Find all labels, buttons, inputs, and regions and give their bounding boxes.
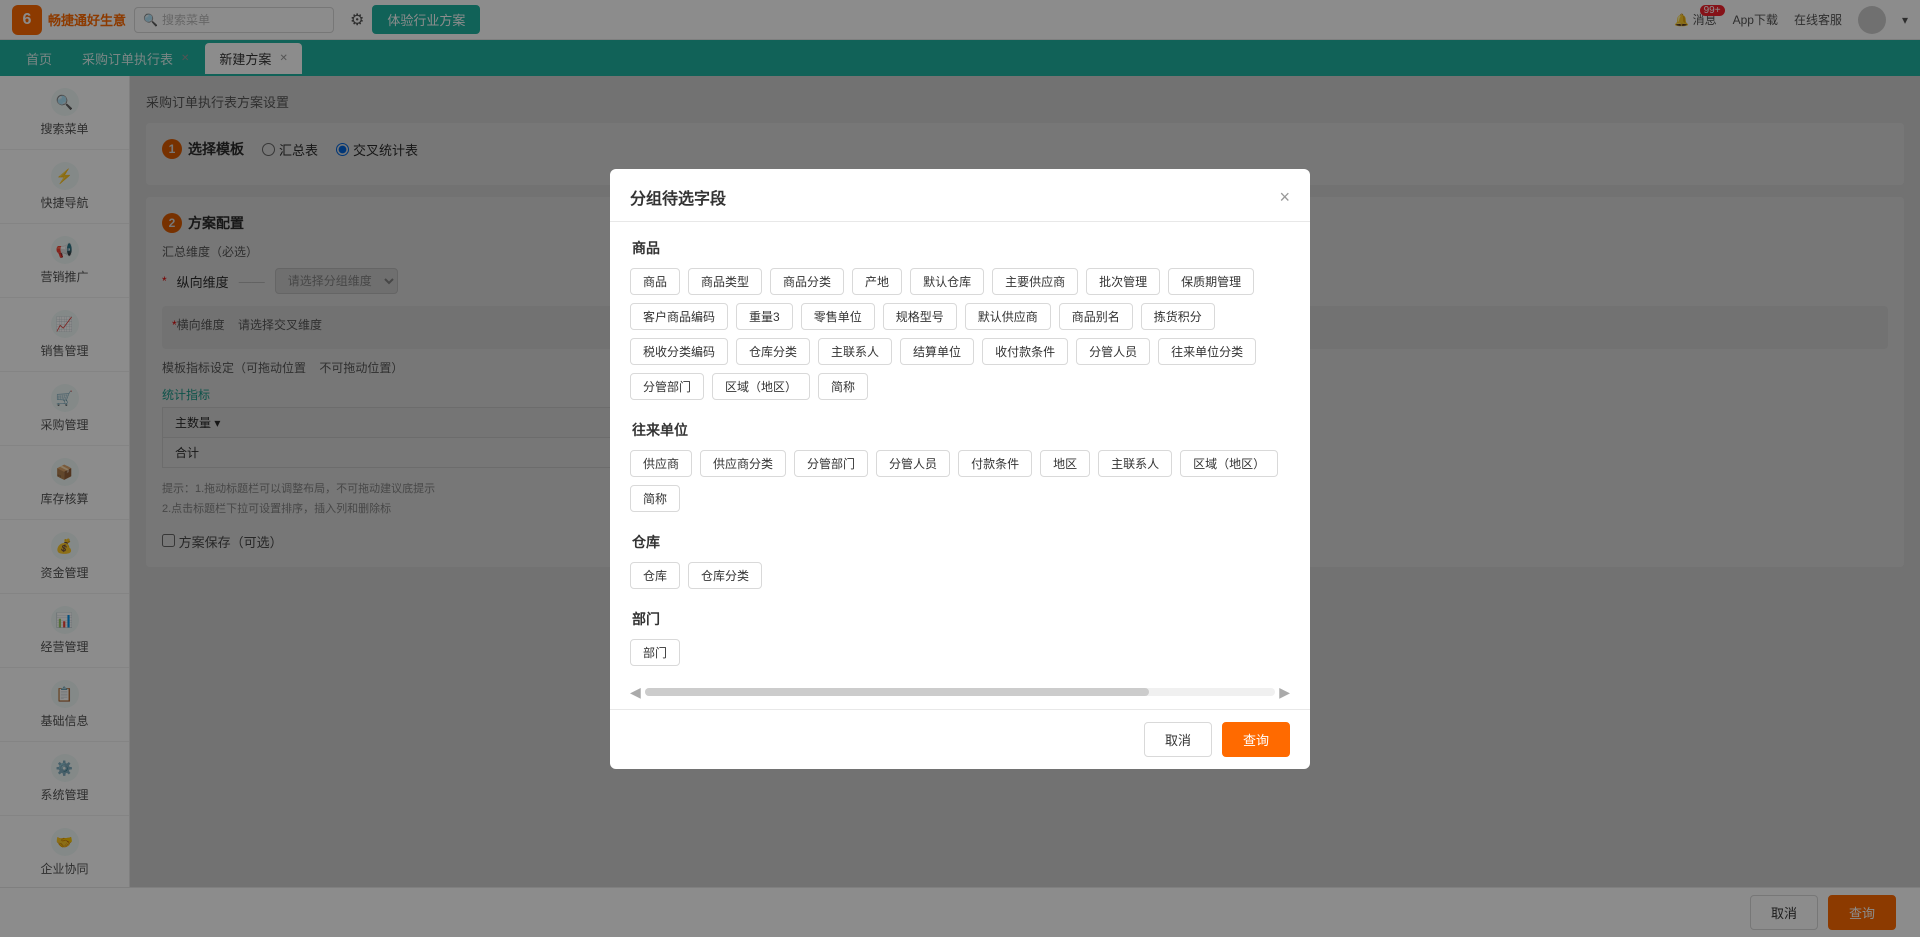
field-pick-points[interactable]: 拣货积分 [1141,303,1215,330]
section-warehouse-fields: 仓库 仓库分类 [630,562,1290,589]
section-goods-title: 商品 [630,238,1290,258]
cancel-button[interactable]: 取消 [1144,722,1212,757]
modal-close-button[interactable]: × [1279,188,1290,206]
field-region[interactable]: 区域（地区） [712,373,810,400]
field-short-name[interactable]: 简称 [818,373,868,400]
section-goods: 商品 商品 商品类型 商品分类 产地 默认仓库 主要供应商 批次管理 保质期管理… [630,238,1290,400]
field-batch[interactable]: 批次管理 [1086,268,1160,295]
confirm-button[interactable]: 查询 [1222,722,1290,757]
field-tax-code[interactable]: 税收分类编码 [630,338,728,365]
field-origin[interactable]: 产地 [852,268,902,295]
field-supplier[interactable]: 供应商 [630,450,692,477]
section-partners-title: 往来单位 [630,420,1290,440]
scroll-right-btn[interactable]: ▶ [1279,684,1290,701]
field-manager2[interactable]: 分管人员 [876,450,950,477]
section-partners: 往来单位 供应商 供应商分类 分管部门 分管人员 付款条件 地区 主联系人 区域… [630,420,1290,512]
field-settle-unit[interactable]: 结算单位 [900,338,974,365]
section-partners-fields: 供应商 供应商分类 分管部门 分管人员 付款条件 地区 主联系人 区域（地区） … [630,450,1290,512]
field-manage-dept[interactable]: 分管部门 [630,373,704,400]
modal-dialog: 分组待选字段 × 商品 商品 商品类型 商品分类 产地 默认仓库 主要供应商 批… [610,169,1310,769]
field-default-supplier[interactable]: 默认供应商 [965,303,1051,330]
section-dept: 部门 部门 [630,609,1290,666]
modal-overlay: 分组待选字段 × 商品 商品 商品类型 商品分类 产地 默认仓库 主要供应商 批… [0,0,1920,937]
field-area[interactable]: 地区 [1040,450,1090,477]
section-goods-fields: 商品 商品类型 商品分类 产地 默认仓库 主要供应商 批次管理 保质期管理 客户… [630,268,1290,400]
section-warehouse: 仓库 仓库 仓库分类 [630,532,1290,589]
field-main-contact[interactable]: 主联系人 [818,338,892,365]
section-warehouse-title: 仓库 [630,532,1290,552]
field-default-warehouse[interactable]: 默认仓库 [910,268,984,295]
field-customer-code[interactable]: 客户商品编码 [630,303,728,330]
field-retail-unit[interactable]: 零售单位 [801,303,875,330]
field-main-contact2[interactable]: 主联系人 [1098,450,1172,477]
field-region2[interactable]: 区域（地区） [1180,450,1278,477]
modal-footer: 取消 查询 [610,709,1310,769]
field-short-name2[interactable]: 简称 [630,485,680,512]
section-dept-fields: 部门 [630,639,1290,666]
field-goods[interactable]: 商品 [630,268,680,295]
field-supplier-category[interactable]: 供应商分类 [700,450,786,477]
field-manager[interactable]: 分管人员 [1076,338,1150,365]
field-expiry[interactable]: 保质期管理 [1168,268,1254,295]
field-payment-terms[interactable]: 收付款条件 [982,338,1068,365]
modal-scrollbar[interactable] [645,688,1275,696]
modal-header: 分组待选字段 × [610,169,1310,222]
modal-scrollbar-area: ◀ ▶ [610,680,1310,709]
field-partner-category[interactable]: 往来单位分类 [1158,338,1256,365]
modal-scrollbar-thumb [645,688,1149,696]
field-dept[interactable]: 部门 [630,639,680,666]
field-weight[interactable]: 重量3 [736,303,793,330]
field-warehouse[interactable]: 仓库 [630,562,680,589]
field-goods-category[interactable]: 商品分类 [770,268,844,295]
field-goods-alias[interactable]: 商品别名 [1059,303,1133,330]
field-payment-terms2[interactable]: 付款条件 [958,450,1032,477]
scroll-left-btn[interactable]: ◀ [630,684,641,701]
field-main-supplier[interactable]: 主要供应商 [992,268,1078,295]
field-goods-type[interactable]: 商品类型 [688,268,762,295]
modal-body: 商品 商品 商品类型 商品分类 产地 默认仓库 主要供应商 批次管理 保质期管理… [610,222,1310,680]
field-manage-dept2[interactable]: 分管部门 [794,450,868,477]
field-warehouse-cat[interactable]: 仓库分类 [688,562,762,589]
field-spec[interactable]: 规格型号 [883,303,957,330]
section-dept-title: 部门 [630,609,1290,629]
modal-title: 分组待选字段 [630,185,726,209]
field-warehouse-category[interactable]: 仓库分类 [736,338,810,365]
